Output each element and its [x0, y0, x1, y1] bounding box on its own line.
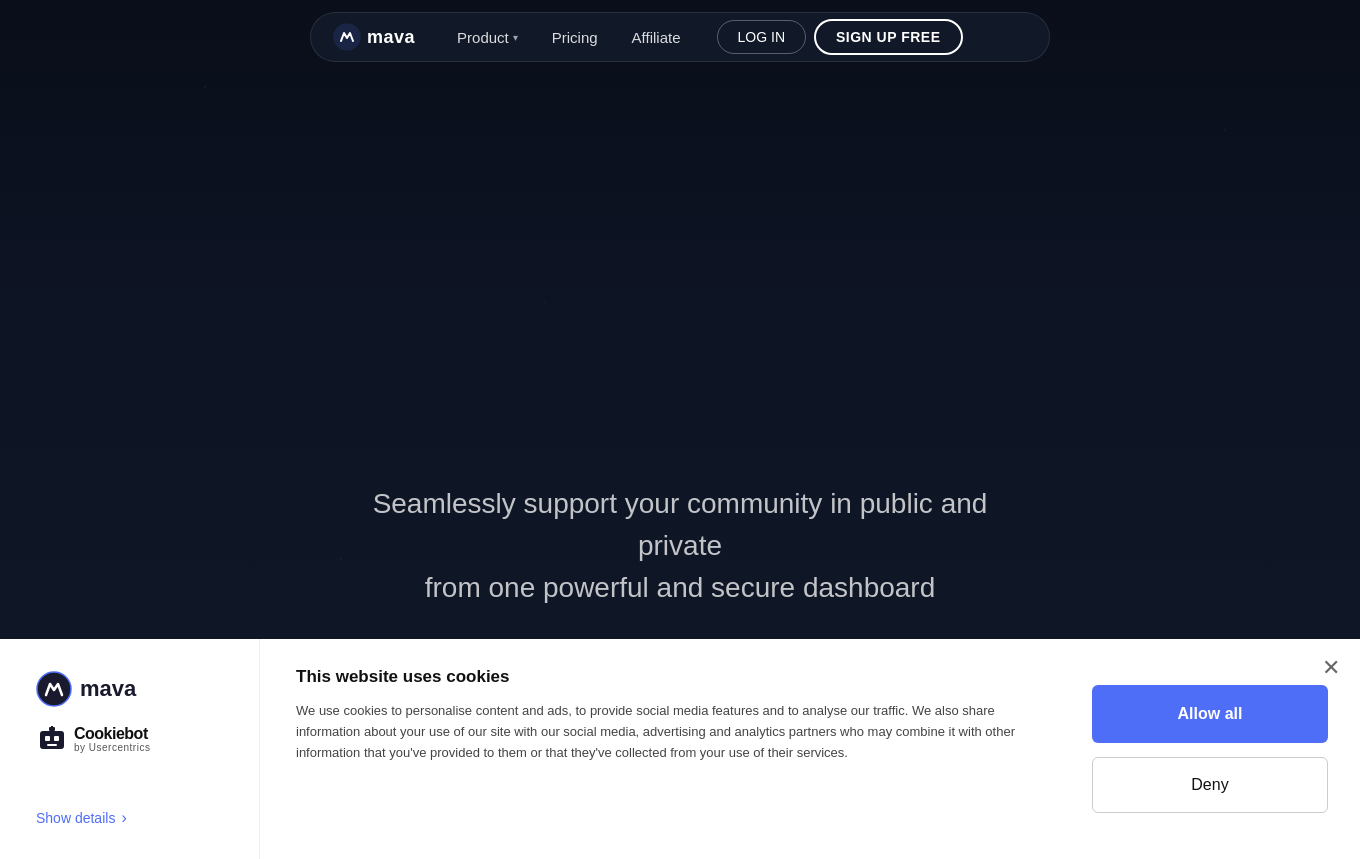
svg-rect-4 — [54, 736, 59, 741]
cookiebot-icon — [36, 723, 68, 755]
cookie-mava-icon — [36, 671, 72, 707]
nav-logo[interactable]: mava — [319, 23, 429, 51]
cookie-mava-logo: mava — [36, 671, 150, 707]
signup-button[interactable]: SIGN UP FREE — [814, 19, 963, 55]
mava-logo-icon — [333, 23, 361, 51]
arrow-right-icon: › — [121, 809, 126, 827]
cookie-title: This website uses cookies — [296, 667, 1024, 687]
nav-logo-text: mava — [367, 27, 415, 48]
cookie-actions: Allow all Deny — [1060, 639, 1360, 859]
cookiebot-name: Cookiebot — [74, 725, 150, 743]
cookie-body-text: We use cookies to personalise content an… — [296, 701, 1016, 763]
cookie-logos: mava Cookiebot by Userc — [36, 671, 150, 755]
cookie-close-button[interactable]: ✕ — [1322, 657, 1340, 679]
cookie-mava-text: mava — [80, 676, 136, 702]
svg-rect-2 — [40, 731, 64, 749]
nav-affiliate[interactable]: Affiliate — [616, 21, 697, 54]
show-details-link[interactable]: Show details › — [36, 809, 127, 827]
cookiebot-sub: by Usercentrics — [74, 742, 150, 753]
svg-rect-5 — [47, 744, 57, 746]
svg-rect-7 — [51, 726, 53, 732]
cookie-text-panel: This website uses cookies We use cookies… — [260, 639, 1060, 859]
cookie-banner: ✕ mava — [0, 639, 1360, 859]
login-button[interactable]: LOG IN — [717, 20, 806, 54]
nav-pricing[interactable]: Pricing — [536, 21, 614, 54]
chevron-down-icon: ▾ — [513, 32, 518, 43]
cookie-left-panel: mava Cookiebot by Userc — [0, 639, 260, 859]
svg-rect-3 — [45, 736, 50, 741]
nav-links: Product ▾ Pricing Affiliate — [441, 21, 696, 54]
navbar: mava Product ▾ Pricing Affiliate LOG IN … — [310, 12, 1050, 62]
allow-all-button[interactable]: Allow all — [1092, 685, 1328, 743]
nav-product[interactable]: Product ▾ — [441, 21, 534, 54]
hero-subtitle: Seamlessly support your community in pub… — [330, 483, 1030, 609]
cookiebot-logo: Cookiebot by Usercentrics — [36, 723, 150, 755]
deny-button[interactable]: Deny — [1092, 757, 1328, 813]
nav-buttons: LOG IN SIGN UP FREE — [717, 19, 963, 55]
